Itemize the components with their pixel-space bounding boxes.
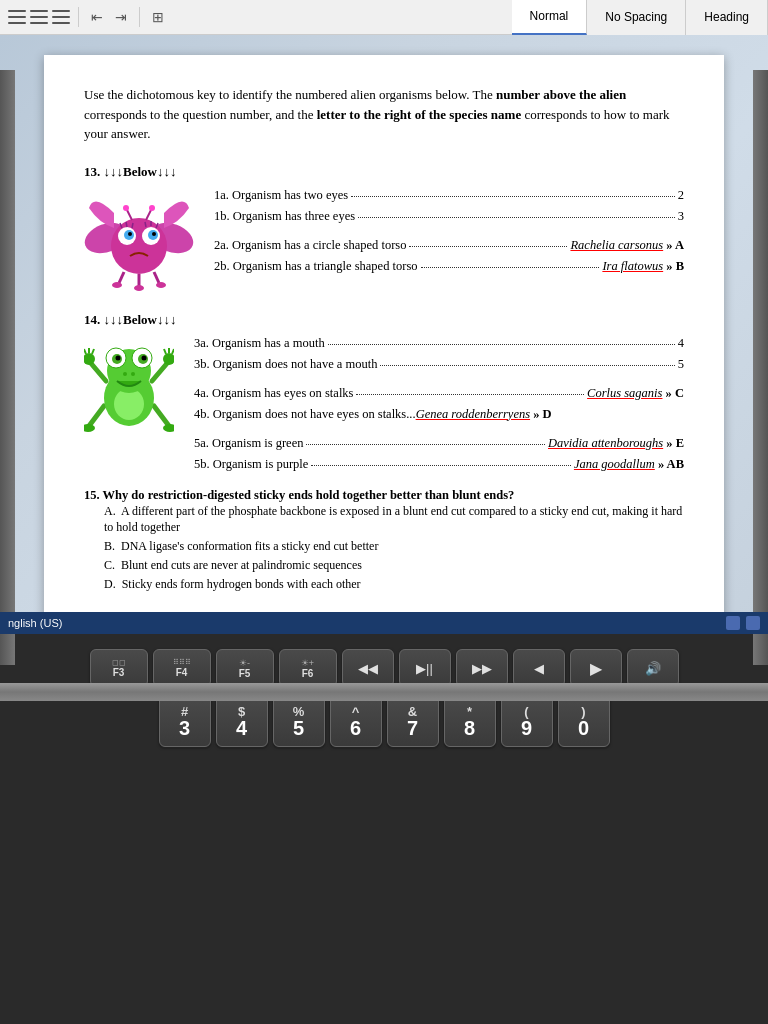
svg-line-10 (126, 222, 127, 227)
key-0[interactable]: ) 0 (558, 695, 610, 747)
svg-line-35 (92, 349, 94, 354)
key-5[interactable]: % 5 (273, 695, 325, 747)
tab-normal[interactable]: Normal (512, 0, 588, 35)
key-f8[interactable]: ▶|| (399, 649, 451, 687)
style-tabs: Normal No Spacing Heading (512, 0, 768, 35)
document: Use the dichotomous key to identify the … (44, 55, 724, 635)
key-f4[interactable]: ⠿⠿⠿ F4 (153, 649, 211, 687)
laptop-bottom-bar (0, 683, 768, 701)
choice-a: A. A different part of the phosphate bac… (104, 503, 684, 537)
svg-point-18 (149, 205, 155, 211)
q14-label: 14. ↓↓↓Below↓↓↓ (84, 312, 684, 328)
status-right-icons (726, 616, 760, 630)
alien-1-image (84, 188, 194, 302)
alien-2-image (84, 336, 174, 440)
key-item-3b: 3b. Organism does not have a mouth 5 (194, 357, 684, 372)
svg-point-7 (128, 232, 132, 236)
key-item-1b: 1b. Organism has three eyes 3 (214, 209, 684, 224)
svg-point-27 (84, 424, 95, 432)
key-item-2b: 2b. Organism has a triangle shaped torso… (214, 259, 684, 274)
toolbar: ⇤ ⇥ ⊞ Normal No Spacing Heading (0, 0, 768, 35)
toolbar-separator (78, 7, 79, 27)
status-bar: nglish (US) (0, 612, 768, 634)
svg-line-38 (172, 349, 174, 354)
key-7[interactable]: & 7 (387, 695, 439, 747)
svg-point-22 (112, 282, 122, 288)
svg-point-48 (123, 372, 127, 376)
question-14: 14. ↓↓↓Below↓↓↓ (84, 312, 684, 478)
tab-heading[interactable]: Heading (686, 0, 768, 35)
choice-c: C. Blunt end cuts are never at palindrom… (104, 557, 684, 574)
q13-key-items: 1a. Organism has two eyes 2 1b. Organism… (214, 188, 684, 280)
q13-content: 1a. Organism has two eyes 2 1b. Organism… (84, 188, 684, 302)
svg-line-25 (89, 406, 104, 426)
svg-point-23 (134, 285, 144, 291)
svg-point-2 (111, 218, 167, 274)
question-15: 15. Why do restriction-digested sticky e… (84, 488, 684, 593)
svg-point-16 (123, 205, 129, 211)
key-f10[interactable]: ◀ (513, 649, 565, 687)
key-3[interactable]: # 3 (159, 695, 211, 747)
key-6[interactable]: ^ 6 (330, 695, 382, 747)
outdent-icon[interactable]: ⇥ (111, 7, 131, 27)
svg-line-11 (132, 223, 133, 228)
svg-line-36 (164, 349, 166, 354)
key-f6[interactable]: ☀+ F6 (279, 649, 337, 687)
status-icon-1 (726, 616, 740, 630)
key-4[interactable]: $ 4 (216, 695, 268, 747)
svg-point-47 (142, 355, 147, 360)
key-item-3a: 3a. Organism has a mouth 4 (194, 336, 684, 351)
keyboard-row-fn: ◻◻ F3 ⠿⠿⠿ F4 ☀- F5 ☀+ F6 ◀◀ ▶|| ▶▶ ◀ ▶ (90, 649, 679, 687)
svg-point-24 (156, 282, 166, 288)
indent-icon[interactable]: ⇤ (87, 7, 107, 27)
line-spacing-icon-2[interactable] (30, 10, 48, 24)
laptop-bezel-left (0, 70, 15, 665)
status-icon-2 (746, 616, 760, 630)
key-8[interactable]: * 8 (444, 695, 496, 747)
language-status: nglish (US) (8, 617, 62, 629)
svg-point-8 (152, 232, 156, 236)
key-item-5a: 5a. Organism is green Davidia attenborou… (194, 436, 684, 451)
tab-no-spacing[interactable]: No Spacing (587, 0, 686, 35)
line-spacing-icon-3[interactable] (52, 10, 70, 24)
key-item-2a: 2a. Organism has a circle shaped torso R… (214, 238, 684, 253)
line-spacing-icon-1[interactable] (8, 10, 26, 24)
key-item-4a: 4a. Organism has eyes on stalks Corlus s… (194, 386, 684, 401)
q14-key-items: 3a. Organism has a mouth 4 3b. Organism … (194, 336, 684, 478)
choice-b: B. DNA ligase's conformation fits a stic… (104, 538, 684, 555)
key-f11[interactable]: ▶ (570, 649, 622, 687)
svg-line-33 (84, 349, 86, 354)
toolbar-separator-2 (139, 7, 140, 27)
svg-line-19 (119, 272, 124, 283)
svg-line-12 (145, 222, 146, 227)
screen: Use the dichotomous key to identify the … (0, 35, 768, 665)
question-13: 13. ↓↓↓Below↓↓↓ (84, 164, 684, 302)
q14-content: 3a. Organism has a mouth 4 3b. Organism … (84, 336, 684, 478)
key-f7[interactable]: ◀◀ (342, 649, 394, 687)
key-9[interactable]: ( 9 (501, 695, 553, 747)
key-item-4b: 4b. Organism does not have eyes on stalk… (194, 407, 684, 422)
table-icon[interactable]: ⊞ (148, 7, 168, 27)
svg-point-28 (163, 424, 174, 432)
choice-d: D. Sticky ends form hydrogen bonds with … (104, 576, 684, 593)
q13-label: 13. ↓↓↓Below↓↓↓ (84, 164, 684, 180)
svg-point-46 (116, 355, 121, 360)
toolbar-left: ⇤ ⇥ ⊞ (0, 7, 512, 27)
intro-paragraph: Use the dichotomous key to identify the … (84, 85, 684, 144)
key-f12[interactable]: 🔊 (627, 649, 679, 687)
key-f5[interactable]: ☀- F5 (216, 649, 274, 687)
svg-line-21 (154, 272, 159, 283)
laptop-bezel-right (753, 70, 768, 665)
keyboard-row-numbers: # 3 $ 4 % 5 ^ 6 & 7 * 8 ( 9 ) 0 (159, 695, 610, 747)
key-f3[interactable]: ◻◻ F3 (90, 649, 148, 687)
svg-point-49 (131, 372, 135, 376)
key-f9[interactable]: ▶▶ (456, 649, 508, 687)
key-item-1a: 1a. Organism has two eyes 2 (214, 188, 684, 203)
key-item-5b: 5b. Organism is purple Jana goodallum » … (194, 457, 684, 472)
svg-line-26 (154, 406, 169, 426)
